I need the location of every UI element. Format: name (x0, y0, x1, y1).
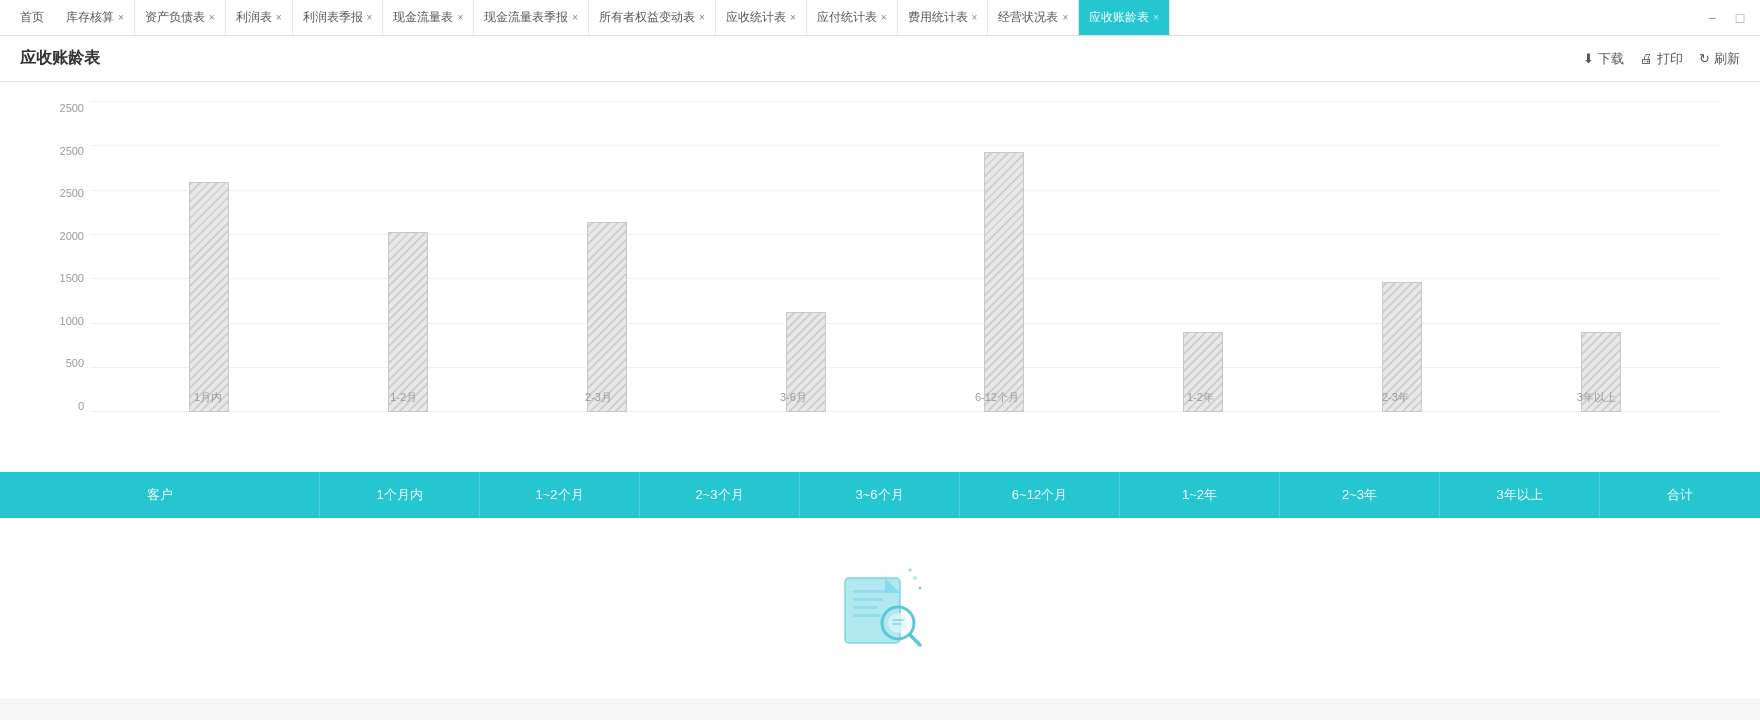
tab-close-profit[interactable]: × (276, 12, 282, 23)
download-label: 下载 (1598, 50, 1624, 68)
th-3year-plus: 3年以上 (1440, 472, 1600, 518)
th-3-6month: 3~6个月 (800, 472, 960, 518)
svg-rect-2 (853, 598, 883, 601)
bar-5 (984, 152, 1024, 412)
tab-close-payable-stat[interactable]: × (881, 12, 887, 23)
empty-state (0, 518, 1760, 698)
x-label-7: 2-3年 (1382, 382, 1409, 412)
tab-balance[interactable]: 资产负债表 × (135, 0, 226, 36)
tab-cashflow[interactable]: 现金流量表 × (383, 0, 474, 36)
tab-controls: − □ (1700, 6, 1752, 30)
refresh-button[interactable]: ↻ 刷新 (1699, 50, 1740, 68)
chart-container: 2500 2500 2500 2000 1500 1000 500 0 (40, 102, 1720, 442)
th-2-3year: 2~3年 (1280, 472, 1440, 518)
tab-home[interactable]: 首页 (8, 9, 56, 26)
main-content: 2500 2500 2500 2000 1500 1000 500 0 (0, 82, 1760, 698)
y-label-0: 0 (78, 400, 84, 412)
tab-inventory[interactable]: 库存核算 × (56, 0, 135, 36)
bar-group-1 (189, 182, 229, 412)
tab-close-receivable-stat[interactable]: × (790, 12, 796, 23)
header-actions: ⬇ 下载 🖨 打印 ↻ 刷新 (1583, 50, 1740, 68)
download-icon: ⬇ (1583, 51, 1594, 66)
tab-profit-quarterly[interactable]: 利润表季报 × (293, 0, 384, 36)
chart-inner: 1月内 1-2月 2-3月 3-6月 6-12个月 1-2年 2-3年 3年以上 (90, 102, 1720, 412)
tab-close-aging[interactable]: × (1153, 12, 1159, 23)
x-labels: 1月内 1-2月 2-3月 3-6月 6-12个月 1-2年 2-3年 3年以上 (90, 382, 1720, 412)
tab-close-operation[interactable]: × (1062, 12, 1068, 23)
print-label: 打印 (1657, 50, 1683, 68)
svg-point-12 (909, 569, 912, 572)
bar-1 (189, 182, 229, 412)
tab-expense-stat[interactable]: 费用统计表 × (898, 0, 989, 36)
th-1-2year: 1~2年 (1120, 472, 1280, 518)
tab-aging[interactable]: 应收账龄表 × (1079, 0, 1170, 36)
tab-close-equity[interactable]: × (699, 12, 705, 23)
x-label-1: 1月内 (194, 382, 222, 412)
table-header: 客户 1个月内 1~2个月 2~3个月 3~6个月 6~12个月 1~2年 2~… (0, 472, 1760, 518)
tab-close-balance[interactable]: × (209, 12, 215, 23)
y-label-2000: 2500 (60, 145, 84, 157)
x-label-8: 3年以上 (1577, 382, 1616, 412)
y-label-1500: 2500 (60, 187, 84, 199)
svg-rect-1 (853, 590, 888, 593)
page-header: 应收账龄表 ⬇ 下载 🖨 打印 ↻ 刷新 (0, 36, 1760, 82)
th-1month: 1个月内 (320, 472, 480, 518)
y-label-0-1: 1000 (60, 315, 84, 327)
x-label-4: 3-6月 (780, 382, 807, 412)
tab-payable-stat[interactable]: 应付统计表 × (807, 0, 898, 36)
tab-profit[interactable]: 利润表 × (226, 0, 293, 36)
th-total: 合计 (1600, 472, 1760, 518)
svg-point-10 (913, 576, 917, 580)
svg-rect-4 (853, 614, 881, 617)
tab-close-cashflow-quarterly[interactable]: × (572, 12, 578, 23)
svg-line-7 (910, 635, 920, 645)
download-button[interactable]: ⬇ 下载 (1583, 50, 1624, 68)
y-label-500: 1500 (60, 272, 84, 284)
empty-icon (830, 558, 930, 658)
th-customer: 客户 (0, 472, 320, 518)
print-icon: 🖨 (1640, 51, 1653, 66)
bars-area (90, 102, 1720, 412)
x-label-6: 1-2年 (1187, 382, 1214, 412)
refresh-label: 刷新 (1714, 50, 1740, 68)
th-2-3month: 2~3个月 (640, 472, 800, 518)
x-label-3: 2-3月 (585, 382, 612, 412)
y-axis: 2500 2500 2500 2000 1500 1000 500 0 (40, 102, 90, 412)
print-button[interactable]: 🖨 打印 (1640, 50, 1683, 68)
chart-area: 2500 2500 2500 2000 1500 1000 500 0 (0, 82, 1760, 472)
tab-cashflow-quarterly[interactable]: 现金流量表季报 × (474, 0, 589, 36)
tab-receivable-stat[interactable]: 应收统计表 × (716, 0, 807, 36)
bar-group-5 (984, 152, 1024, 412)
tab-close-inventory[interactable]: × (118, 12, 124, 23)
tab-equity[interactable]: 所有者权益变动表 × (589, 0, 716, 36)
maximize-button[interactable]: □ (1728, 6, 1752, 30)
tab-close-profit-quarterly[interactable]: × (367, 12, 373, 23)
th-1-2month: 1~2个月 (480, 472, 640, 518)
tab-close-cashflow[interactable]: × (457, 12, 463, 23)
y-label-0-2: 500 (66, 357, 84, 369)
th-6-12month: 6~12个月 (960, 472, 1120, 518)
svg-point-6 (888, 613, 908, 633)
page-title: 应收账龄表 (20, 48, 100, 69)
y-label-1000: 2000 (60, 230, 84, 242)
tab-close-expense-stat[interactable]: × (972, 12, 978, 23)
tab-operation[interactable]: 经营状况表 × (988, 0, 1079, 36)
x-label-5: 6-12个月 (975, 382, 1019, 412)
minimize-button[interactable]: − (1700, 6, 1724, 30)
svg-point-11 (919, 587, 922, 590)
x-label-2: 1-2月 (390, 382, 417, 412)
refresh-icon: ↻ (1699, 51, 1710, 66)
tab-bar: 首页 库存核算 × 资产负债表 × 利润表 × 利润表季报 × 现金流量表 × … (0, 0, 1760, 36)
svg-rect-3 (853, 606, 878, 609)
y-label-2500: 2500 (60, 102, 84, 114)
